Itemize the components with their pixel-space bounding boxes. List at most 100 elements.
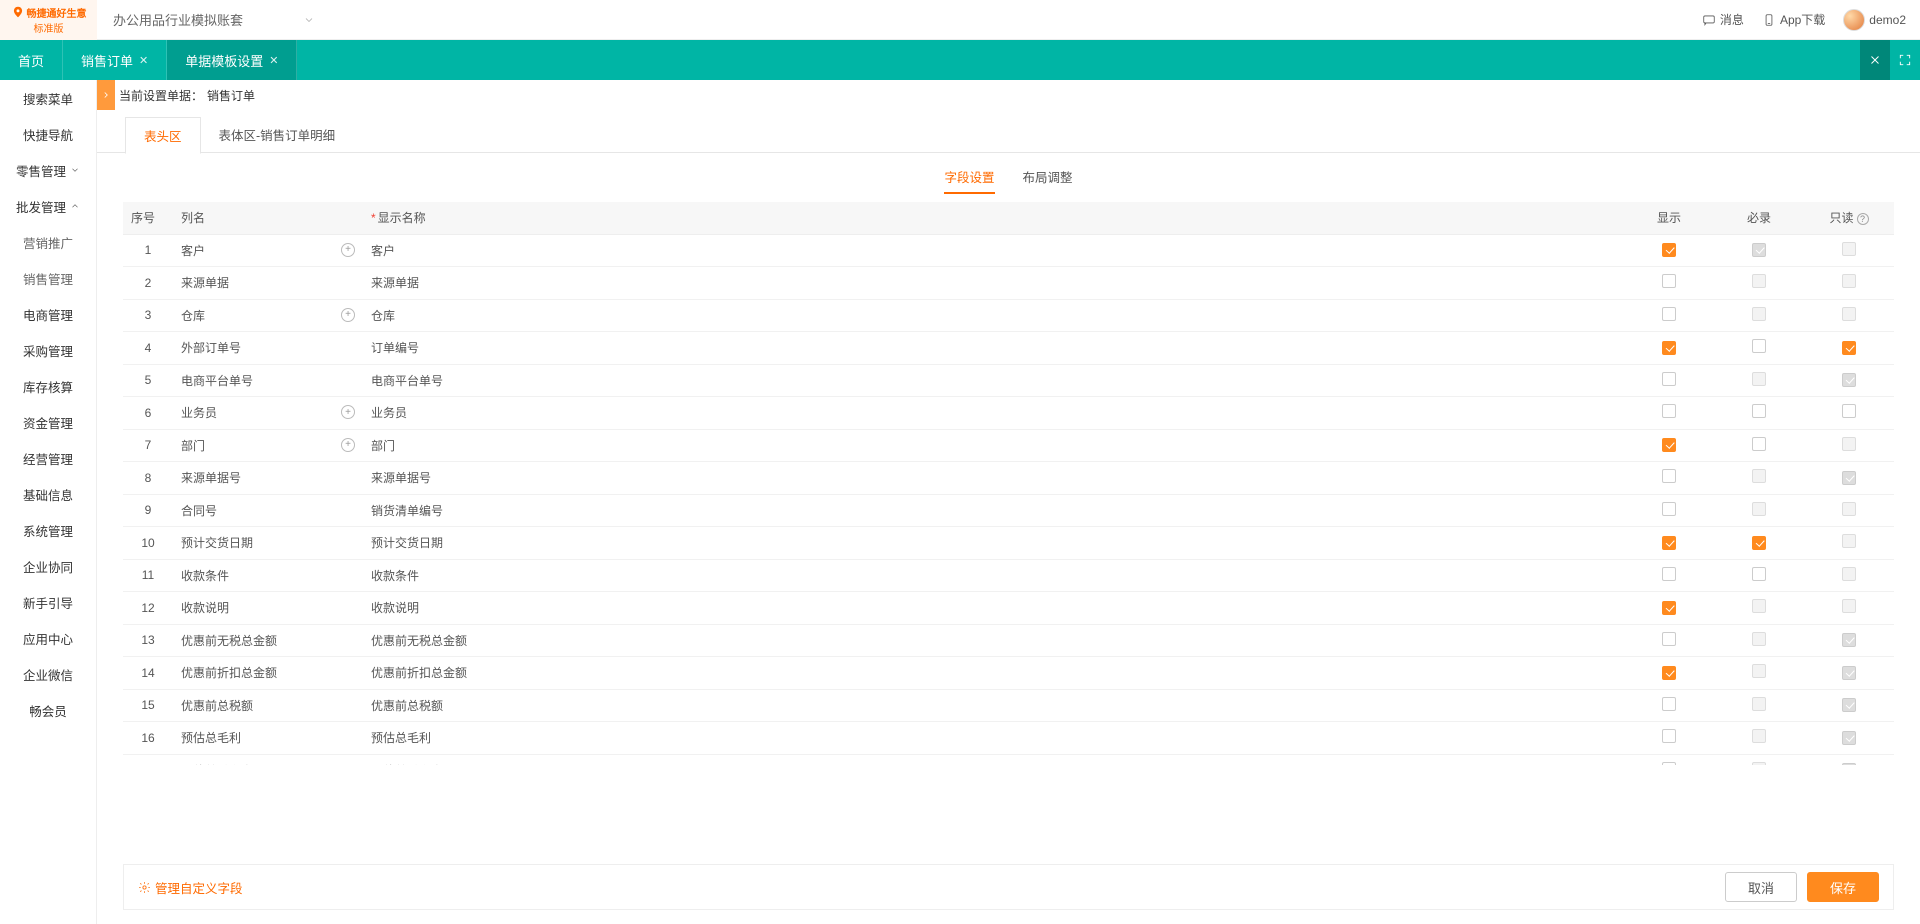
- fullscreen-button[interactable]: [1890, 53, 1920, 67]
- cell-display-name[interactable]: 订单编号: [363, 332, 1624, 364]
- sidebar-item[interactable]: 资金管理: [0, 404, 96, 440]
- checkbox-show[interactable]: [1662, 243, 1676, 257]
- sidebar-item-label: 畅会员: [29, 701, 67, 720]
- sidebar-item-label: 系统管理: [23, 521, 73, 540]
- checkbox-show[interactable]: [1662, 762, 1676, 765]
- checkbox-show[interactable]: [1662, 469, 1676, 483]
- inner-tab[interactable]: 表头区: [125, 117, 201, 154]
- cell-display-name[interactable]: 部门: [363, 430, 1624, 462]
- cancel-button[interactable]: 取消: [1725, 872, 1797, 902]
- close-icon[interactable]: ✕: [139, 54, 148, 67]
- sidebar-item[interactable]: 快捷导航: [0, 116, 96, 152]
- table-row: 5电商平台单号电商平台单号: [123, 365, 1894, 398]
- checkbox-show[interactable]: [1662, 666, 1676, 680]
- user-name: demo2: [1869, 13, 1906, 27]
- cell-display-name[interactable]: 来源单据号: [363, 462, 1624, 494]
- sidebar-item[interactable]: 营销推广: [0, 224, 96, 260]
- sidebar-item[interactable]: 零售管理: [0, 152, 96, 188]
- cell-display-name[interactable]: 预估总毛利率: [363, 755, 1624, 765]
- cell-display-name[interactable]: 预计交货日期: [363, 527, 1624, 559]
- cell-display-name[interactable]: 收款条件: [363, 560, 1624, 592]
- add-icon[interactable]: +: [341, 308, 355, 322]
- context-collapse-handle[interactable]: [97, 80, 115, 110]
- close-tab-button[interactable]: [1860, 40, 1890, 80]
- cell-display-name[interactable]: 优惠前无税总金额: [363, 625, 1624, 657]
- checkbox-show[interactable]: [1662, 372, 1676, 386]
- inner-tab[interactable]: 表体区-销售订单明细: [200, 116, 355, 153]
- sub-tab[interactable]: 字段设置: [944, 167, 994, 194]
- save-button[interactable]: 保存: [1807, 872, 1879, 902]
- cell-colname: 外部订单号: [173, 332, 363, 364]
- cell-colname: 部门 +: [173, 430, 363, 462]
- close-icon[interactable]: ✕: [269, 54, 278, 67]
- nav-tab[interactable]: 首页: [0, 40, 63, 80]
- cell-display-name[interactable]: 销货清单编号: [363, 495, 1624, 527]
- checkbox-show[interactable]: [1662, 601, 1676, 615]
- checkbox-show[interactable]: [1662, 697, 1676, 711]
- sidebar-item[interactable]: 企业微信: [0, 656, 96, 692]
- sidebar-item-label: 营销推广: [23, 233, 73, 252]
- sidebar-item[interactable]: 采购管理: [0, 332, 96, 368]
- checkbox-show[interactable]: [1662, 341, 1676, 355]
- context-value: 销售订单: [207, 87, 255, 104]
- add-icon[interactable]: +: [341, 405, 355, 419]
- checkbox-show[interactable]: [1662, 274, 1676, 288]
- checkbox-show[interactable]: [1662, 567, 1676, 581]
- cell-display-name[interactable]: 优惠前折扣总金额: [363, 657, 1624, 689]
- cell-seq: 14: [123, 657, 173, 689]
- cell-display-name[interactable]: 业务员: [363, 397, 1624, 429]
- checkbox-show[interactable]: [1662, 502, 1676, 516]
- sidebar-item[interactable]: 批发管理: [0, 188, 96, 224]
- cell-colname: 收款条件: [173, 560, 363, 592]
- checkbox-readonly[interactable]: [1842, 404, 1856, 418]
- sidebar-item[interactable]: 销售管理: [0, 260, 96, 296]
- nav-tab[interactable]: 销售订单✕: [63, 40, 167, 80]
- checkbox-show[interactable]: [1662, 438, 1676, 452]
- checkbox-required[interactable]: [1752, 339, 1766, 353]
- checkbox-readonly: [1842, 502, 1856, 516]
- sidebar-item[interactable]: 畅会员: [0, 692, 96, 728]
- checkbox-readonly[interactable]: [1842, 341, 1856, 355]
- sub-tab[interactable]: 布局调整: [1023, 167, 1073, 194]
- checkbox-required: [1752, 502, 1766, 516]
- sidebar-item[interactable]: 电商管理: [0, 296, 96, 332]
- cell-display-name[interactable]: 电商平台单号: [363, 365, 1624, 397]
- app-download-button[interactable]: App下载: [1762, 11, 1825, 28]
- manage-custom-fields-link[interactable]: 管理自定义字段: [138, 878, 243, 897]
- sidebar-item[interactable]: 新手引导: [0, 584, 96, 620]
- messages-button[interactable]: 消息: [1702, 11, 1744, 28]
- checkbox-show[interactable]: [1662, 307, 1676, 321]
- sidebar-item[interactable]: 企业协同: [0, 548, 96, 584]
- checkbox-required[interactable]: [1752, 567, 1766, 581]
- sidebar-item[interactable]: 经营管理: [0, 440, 96, 476]
- sidebar-item[interactable]: 库存核算: [0, 368, 96, 404]
- checkbox-show[interactable]: [1662, 729, 1676, 743]
- sidebar-item[interactable]: 搜索菜单: [0, 80, 96, 116]
- cell-display-name[interactable]: 预估总毛利: [363, 722, 1624, 754]
- checkbox-required[interactable]: [1752, 404, 1766, 418]
- user-menu[interactable]: demo2: [1843, 9, 1906, 31]
- cell-display-name[interactable]: 来源单据: [363, 267, 1624, 299]
- add-icon[interactable]: +: [341, 438, 355, 452]
- company-select[interactable]: 办公用品行业模拟账套: [113, 10, 315, 29]
- gear-icon: [138, 881, 151, 894]
- sidebar-item[interactable]: 系统管理: [0, 512, 96, 548]
- add-icon[interactable]: +: [341, 243, 355, 257]
- cell-display-name[interactable]: 优惠前总税额: [363, 690, 1624, 722]
- checkbox-show[interactable]: [1662, 632, 1676, 646]
- checkbox-required[interactable]: [1752, 536, 1766, 550]
- checkbox-required: [1752, 243, 1766, 257]
- sidebar-item[interactable]: 应用中心: [0, 620, 96, 656]
- checkbox-required[interactable]: [1752, 437, 1766, 451]
- cell-display-name[interactable]: 收款说明: [363, 592, 1624, 624]
- checkbox-show[interactable]: [1662, 536, 1676, 550]
- checkbox-show[interactable]: [1662, 404, 1676, 418]
- table-row: 14优惠前折扣总金额优惠前折扣总金额: [123, 657, 1894, 690]
- cell-display-name[interactable]: 客户: [363, 235, 1624, 267]
- checkbox-readonly: [1842, 731, 1856, 745]
- sidebar-item[interactable]: 基础信息: [0, 476, 96, 512]
- cell-colname: 客户 +: [173, 235, 363, 267]
- cell-display-name[interactable]: 仓库: [363, 300, 1624, 332]
- nav-tab[interactable]: 单据模板设置✕: [167, 40, 297, 80]
- help-icon[interactable]: ?: [1857, 213, 1869, 225]
